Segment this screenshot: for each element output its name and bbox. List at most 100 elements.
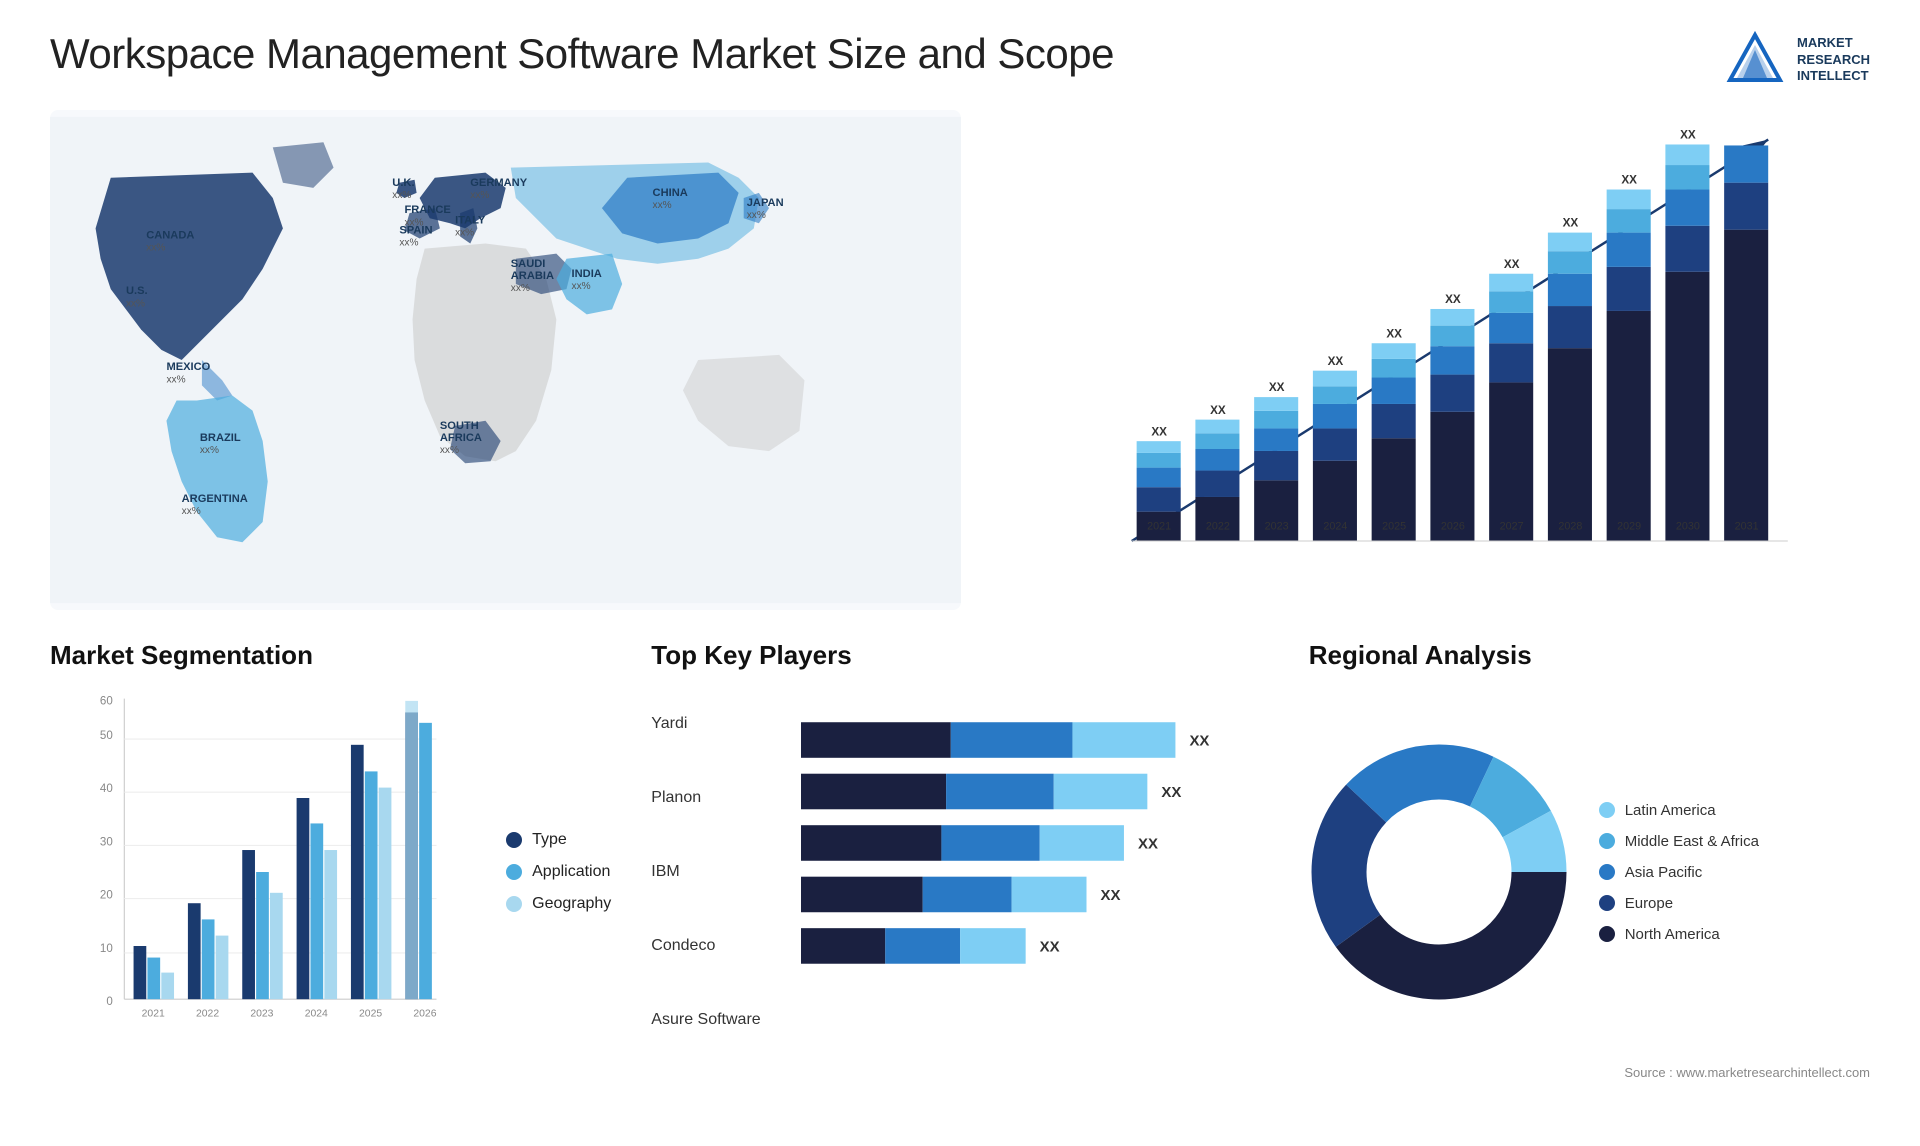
page-title: Workspace Management Software Market Siz… — [50, 30, 1114, 78]
geography-dot — [506, 896, 522, 912]
legend-north-america: North America — [1599, 926, 1759, 943]
application-dot — [506, 864, 522, 880]
source-text: Source : www.marketresearchintellect.com — [1309, 1065, 1870, 1080]
svg-text:CANADA: CANADA — [146, 229, 194, 241]
svg-text:XX: XX — [1138, 836, 1158, 853]
svg-text:xx%: xx% — [470, 190, 489, 201]
asia-pacific-dot — [1599, 864, 1615, 880]
legend-latin-america: Latin America — [1599, 802, 1759, 819]
svg-text:2026: 2026 — [1441, 520, 1465, 532]
svg-text:XX: XX — [1210, 404, 1226, 417]
svg-text:INDIA: INDIA — [572, 268, 602, 280]
key-players-title: Top Key Players — [651, 640, 1268, 671]
middle-east-dot — [1599, 833, 1615, 849]
svg-text:2024: 2024 — [1324, 520, 1348, 532]
svg-text:0: 0 — [106, 996, 112, 1008]
key-players-panel: Top Key Players Yardi Planon IBM Condeco… — [651, 640, 1268, 1120]
svg-text:ARABIA: ARABIA — [511, 270, 554, 282]
logo-text: MARKET RESEARCH INTELLECT — [1797, 35, 1870, 86]
legend-geography: Geography — [506, 895, 611, 913]
svg-text:xx%: xx% — [572, 281, 591, 292]
map-area: CANADA xx% U.S. xx% MEXICO xx% BRAZIL xx… — [50, 110, 961, 610]
svg-text:U.S.: U.S. — [126, 285, 148, 297]
svg-text:60: 60 — [100, 695, 113, 707]
north-america-dot — [1599, 926, 1615, 942]
segmentation-title: Market Segmentation — [50, 640, 611, 671]
svg-text:ITALY: ITALY — [455, 214, 486, 226]
svg-text:JAPAN: JAPAN — [747, 197, 784, 209]
header: Workspace Management Software Market Siz… — [50, 30, 1870, 90]
svg-text:xx%: xx% — [440, 445, 459, 456]
segmentation-chart: 0 10 20 30 40 50 60 — [50, 687, 476, 1057]
europe-dot — [1599, 895, 1615, 911]
svg-text:CHINA: CHINA — [653, 187, 688, 199]
legend-application: Application — [506, 863, 611, 881]
bar-chart-area: 2021 XX 2022 XX 2023 XX — [1001, 110, 1870, 610]
svg-text:xx%: xx% — [511, 283, 530, 294]
svg-text:U.K.: U.K. — [392, 177, 414, 189]
svg-text:XX: XX — [1680, 129, 1696, 142]
type-dot — [506, 832, 522, 848]
svg-text:2024: 2024 — [305, 1009, 328, 1020]
regional-panel: Regional Analysis — [1309, 640, 1870, 1120]
svg-text:xx%: xx% — [399, 238, 418, 249]
top-section: CANADA xx% U.S. xx% MEXICO xx% BRAZIL xx… — [50, 110, 1870, 610]
svg-text:2022: 2022 — [1206, 520, 1230, 532]
svg-text:2025: 2025 — [359, 1009, 382, 1020]
svg-text:AFRICA: AFRICA — [440, 432, 482, 444]
svg-text:40: 40 — [100, 783, 113, 795]
svg-text:50: 50 — [100, 730, 113, 742]
players-bar-chart: XX XX XX — [801, 687, 1269, 1057]
svg-text:MEXICO: MEXICO — [166, 361, 210, 373]
regional-legend: Latin America Middle East & Africa Asia … — [1599, 802, 1759, 943]
svg-text:2023: 2023 — [250, 1009, 273, 1020]
latin-america-dot — [1599, 802, 1615, 818]
segmentation-panel: Market Segmentation 0 10 20 30 40 50 60 — [50, 640, 611, 1120]
svg-text:XX: XX — [1445, 293, 1461, 306]
svg-text:20: 20 — [100, 890, 113, 902]
svg-text:FRANCE: FRANCE — [404, 204, 450, 216]
svg-text:xx%: xx% — [182, 506, 201, 517]
svg-text:2022: 2022 — [196, 1009, 219, 1020]
regional-donut-chart — [1309, 742, 1569, 1002]
svg-text:XX: XX — [1161, 784, 1181, 801]
svg-text:SPAIN: SPAIN — [399, 224, 432, 236]
svg-text:SAUDI: SAUDI — [511, 258, 546, 270]
svg-text:XX: XX — [1100, 887, 1120, 904]
legend-type: Type — [506, 831, 611, 849]
svg-text:xx%: xx% — [392, 190, 411, 201]
svg-text:XX: XX — [1328, 355, 1344, 368]
segmentation-container: 0 10 20 30 40 50 60 — [50, 687, 611, 1057]
svg-text:XX: XX — [1387, 327, 1403, 340]
regional-title: Regional Analysis — [1309, 640, 1870, 671]
logo-area: MARKET RESEARCH INTELLECT — [1725, 30, 1870, 90]
svg-text:xx%: xx% — [653, 200, 672, 211]
bottom-section: Market Segmentation 0 10 20 30 40 50 60 — [50, 640, 1870, 1120]
svg-text:30: 30 — [100, 836, 113, 848]
segmentation-legend: Type Application Geography — [506, 831, 611, 913]
svg-text:xx%: xx% — [146, 243, 165, 254]
svg-text:XX: XX — [1504, 258, 1520, 271]
svg-text:2029: 2029 — [1618, 520, 1642, 532]
svg-text:10: 10 — [100, 943, 113, 955]
svg-text:2031: 2031 — [1735, 520, 1759, 532]
svg-text:2030: 2030 — [1676, 520, 1700, 532]
world-map: CANADA xx% U.S. xx% MEXICO xx% BRAZIL xx… — [50, 110, 961, 610]
players-container: Yardi Planon IBM Condeco Asure Software … — [651, 687, 1268, 1057]
svg-text:BRAZIL: BRAZIL — [200, 432, 241, 444]
svg-text:2025: 2025 — [1383, 520, 1407, 532]
page: Workspace Management Software Market Siz… — [0, 0, 1920, 1146]
svg-text:XX: XX — [1189, 733, 1209, 750]
svg-text:XX: XX — [1039, 939, 1059, 956]
svg-text:XX: XX — [1563, 217, 1579, 230]
legend-europe: Europe — [1599, 895, 1759, 912]
legend-asia-pacific: Asia Pacific — [1599, 864, 1759, 881]
players-bars: XX XX XX — [801, 687, 1269, 1057]
svg-text:XX: XX — [1269, 381, 1285, 394]
svg-text:xx%: xx% — [166, 374, 185, 385]
svg-text:xx%: xx% — [455, 227, 474, 238]
svg-text:2027: 2027 — [1500, 520, 1524, 532]
svg-text:XX: XX — [1622, 174, 1638, 187]
regional-container: Latin America Middle East & Africa Asia … — [1309, 687, 1870, 1057]
svg-text:XX: XX — [1152, 425, 1168, 438]
